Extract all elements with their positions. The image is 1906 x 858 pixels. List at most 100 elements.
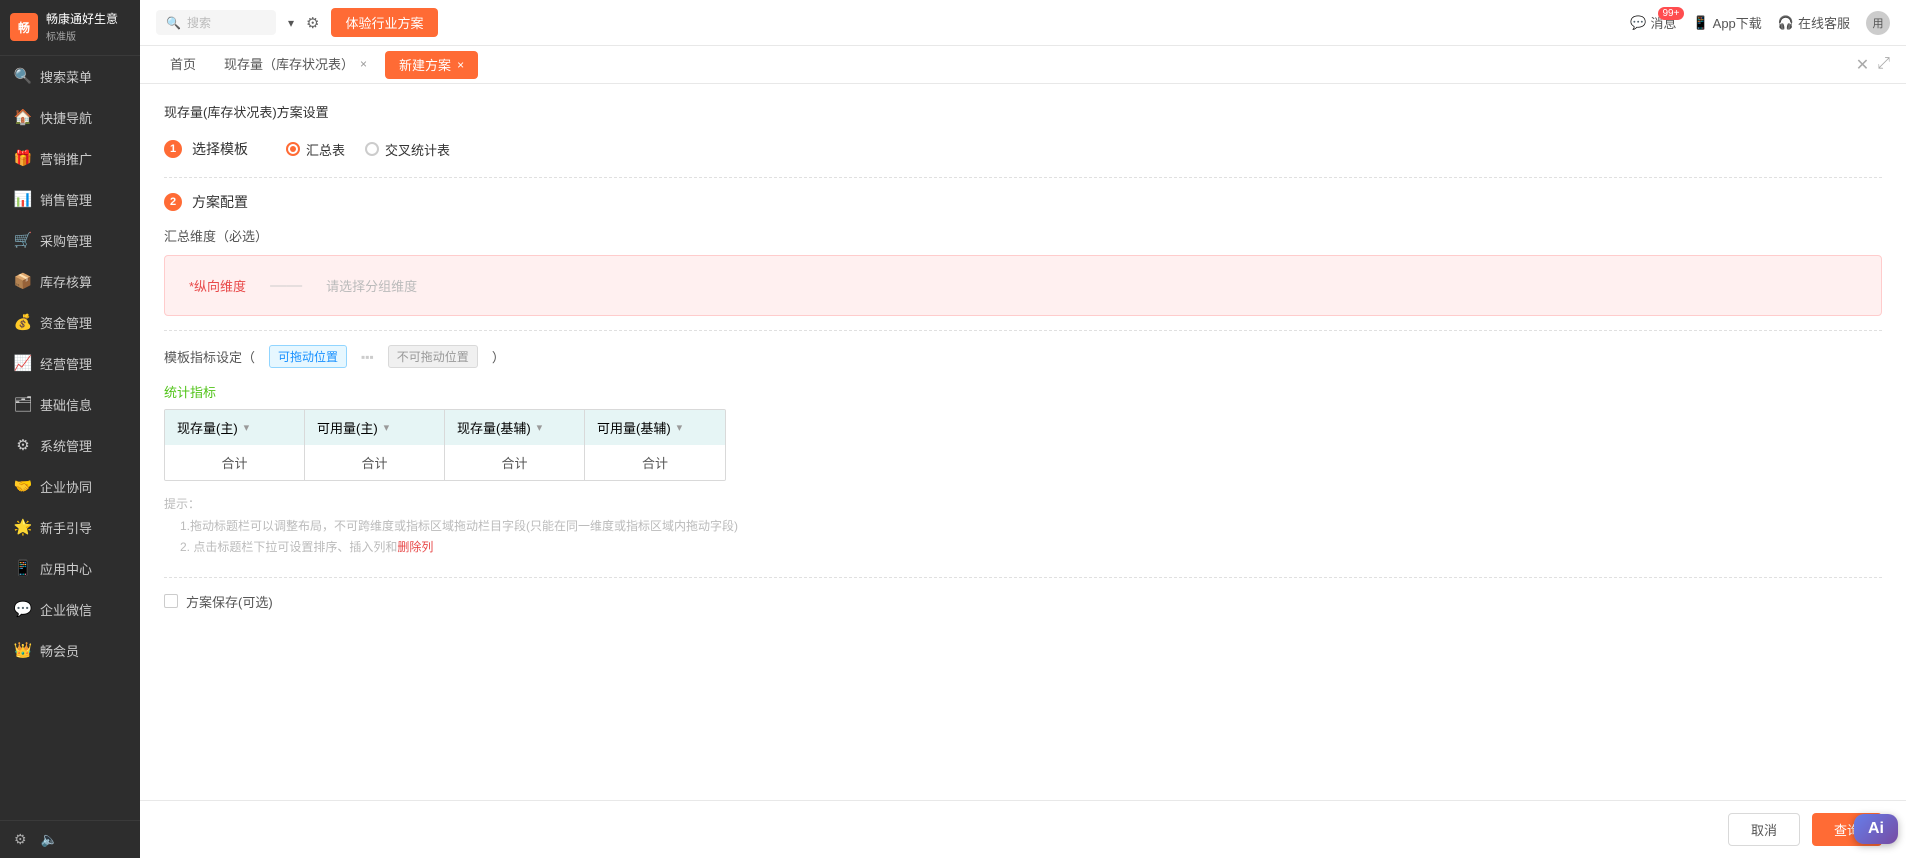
sidebar-item-member[interactable]: 👑 畅会员 (0, 630, 140, 671)
sidebar-item-app-center[interactable]: 📱 应用中心 (0, 548, 140, 589)
stats-col-header-3[interactable]: 可用量(基辅) ▾ (585, 410, 725, 445)
sidebar-item-operations[interactable]: 📈 经营管理 (0, 343, 140, 384)
sidebar-logo: 畅 畅康通好生意 标准版 (0, 0, 140, 56)
divider2 (164, 330, 1882, 331)
tab-inventory-close-icon[interactable]: × (360, 57, 367, 71)
col-dropdown-0[interactable]: ▾ (244, 421, 250, 434)
config-label: 汇总维度（必选） (164, 226, 1882, 245)
stats-title: 统计指标 (164, 382, 1882, 401)
settings-bottom-icon[interactable]: ⚙ (14, 831, 27, 848)
msg-icon: 💬 (1630, 15, 1646, 31)
sidebar-item-system[interactable]: ⚙ 系统管理 (0, 425, 140, 466)
sidebar-item-label: 销售管理 (40, 190, 92, 209)
tab-new-close-icon[interactable]: × (457, 58, 464, 72)
stats-col-header-1[interactable]: 可用量(主) ▾ (305, 410, 445, 445)
stats-col-header-0[interactable]: 现存量(主) ▾ (165, 410, 305, 445)
dimension-placeholder[interactable]: 请选择分组维度 (326, 276, 417, 295)
save-checkbox[interactable] (164, 594, 178, 608)
stats-col-body-1: 合计 (305, 445, 445, 480)
sidebar-item-label: 基础信息 (40, 395, 92, 414)
tips-section: 提示： 1.拖动标题栏可以调整布局，不可跨维度或指标区域拖动栏目字段(只能在同一… (164, 494, 1882, 559)
guide-icon: 🌟 (14, 518, 32, 536)
app-logo-icon: 畅 (10, 13, 38, 41)
sidebar-item-label: 系统管理 (40, 436, 92, 455)
stats-col-body-2: 合计 (445, 445, 585, 480)
topbar-right: 💬 消息 99+ 📱 App下载 🎧 在线客服 用 (1630, 11, 1890, 35)
dimension-label: *纵向维度 (189, 276, 246, 295)
dimension-box: *纵向维度 —— 请选择分组维度 (164, 255, 1882, 316)
ai-float-button[interactable]: Ai (1854, 814, 1898, 844)
dimension-arrow: —— (270, 277, 302, 295)
sidebar-item-quick-nav[interactable]: 🏠 快捷导航 (0, 97, 140, 138)
app-download-icon: 📱 (1692, 15, 1708, 31)
sidebar-item-basic-info[interactable]: 🗂 基础信息 (0, 384, 140, 425)
sidebar-item-marketing[interactable]: 🎁 营销推广 (0, 138, 140, 179)
sidebar-item-label: 新手引导 (40, 518, 92, 537)
marketing-icon: 🎁 (14, 149, 32, 167)
delete-col-link[interactable]: 删除列 (397, 540, 433, 554)
tab-new-plan[interactable]: 新建方案 × (385, 51, 478, 79)
save-label: 方案保存(可选) (186, 592, 273, 611)
stats-col-label-3: 可用量(基辅) (597, 418, 671, 437)
sidebar-item-sales[interactable]: 📊 销售管理 (0, 179, 140, 220)
sidebar-item-label: 经营管理 (40, 354, 92, 373)
topbar-msg[interactable]: 💬 消息 99+ (1630, 13, 1676, 32)
trial-btn[interactable]: 体验行业方案 (331, 8, 437, 37)
divider3 (164, 577, 1882, 578)
sidebar-item-finance[interactable]: 💰 资金管理 (0, 302, 140, 343)
sidebar-item-label: 库存核算 (40, 272, 92, 291)
app-edition: 标准版 (46, 28, 118, 43)
indicator-suffix: ▪▪▪ (361, 350, 374, 364)
sidebar-item-label: 搜索菜单 (40, 67, 92, 86)
config-panel: 现存量(库存状况表)方案设置 1 选择模板 汇总表 交叉统计表 (140, 84, 1906, 800)
cancel-button[interactable]: 取消 (1728, 813, 1800, 846)
tab-inventory-status[interactable]: 现存量（库存状况表） × (210, 46, 381, 84)
sidebar-item-weixin[interactable]: 💬 企业微信 (0, 589, 140, 630)
sidebar-item-purchase[interactable]: 🛒 采购管理 (0, 220, 140, 261)
main-area: 🔍 搜索 ▾ ⚙ 体验行业方案 💬 消息 99+ 📱 App下载 🎧 在线客服 … (140, 0, 1906, 858)
footer: 取消 查询 (140, 800, 1906, 858)
stats-col-body-3: 合计 (585, 445, 725, 480)
topbar-dropdown-icon[interactable]: ▾ (288, 16, 294, 30)
tip-2: 2. 点击标题栏下拉可设置排序、插入列和删除列 (180, 537, 1882, 559)
radio-crosstab-label: 交叉统计表 (385, 140, 450, 159)
sidebar-item-label: 企业协同 (40, 477, 92, 496)
topbar-app-download[interactable]: 📱 App下载 (1692, 13, 1761, 32)
tabs-right-icons: ✕ ⤢ (1856, 55, 1890, 75)
sidebar-item-label: 快捷导航 (40, 108, 92, 127)
topbar-search-box[interactable]: 🔍 搜索 (156, 10, 276, 35)
sidebar-bottom: ⚙ 🔈 (0, 820, 140, 858)
col-dropdown-1[interactable]: ▾ (384, 421, 390, 434)
divider1 (164, 177, 1882, 178)
app-name: 畅康通好生意 (46, 12, 118, 28)
section2-header: 2 方案配置 (164, 192, 1882, 212)
radio-summary[interactable]: 汇总表 (286, 140, 345, 159)
topbar-user[interactable]: 用 (1866, 11, 1890, 35)
enterprise-icon: 🤝 (14, 477, 32, 495)
sidebar-item-label: 资金管理 (40, 313, 92, 332)
tab-close-window-icon[interactable]: ✕ (1856, 55, 1869, 75)
sidebar: 畅 畅康通好生意 标准版 🔍 搜索菜单 🏠 快捷导航 🎁 营销推广 📊 销售管理… (0, 0, 140, 858)
topbar-online-service[interactable]: 🎧 在线客服 (1778, 13, 1850, 32)
sidebar-item-inventory[interactable]: 📦 库存核算 (0, 261, 140, 302)
sound-bottom-icon[interactable]: 🔈 (41, 831, 58, 848)
msg-badge: 99+ (1658, 7, 1685, 20)
tag-draggable: 可拖动位置 (269, 345, 347, 368)
topbar-gear-icon[interactable]: ⚙ (306, 14, 319, 32)
sidebar-item-search[interactable]: 🔍 搜索菜单 (0, 56, 140, 97)
stats-col-header-2[interactable]: 现存量(基辅) ▾ (445, 410, 585, 445)
purchase-icon: 🛒 (14, 231, 32, 249)
sales-icon: 📊 (14, 190, 32, 208)
tab-home[interactable]: 首页 (156, 46, 210, 84)
radio-crosstab[interactable]: 交叉统计表 (365, 140, 450, 159)
stats-section: 统计指标 现存量(主) ▾ 可用量(主) ▾ (164, 382, 1882, 484)
section2-title: 方案配置 (192, 192, 248, 212)
sidebar-item-enterprise[interactable]: 🤝 企业协同 (0, 466, 140, 507)
service-label: 在线客服 (1798, 13, 1850, 32)
section1-header: 1 选择模板 汇总表 交叉统计表 (164, 139, 1882, 159)
col-dropdown-2[interactable]: ▾ (537, 421, 543, 434)
tab-expand-icon[interactable]: ⤢ (1877, 55, 1890, 75)
col-dropdown-3[interactable]: ▾ (677, 421, 683, 434)
sidebar-item-guide[interactable]: 🌟 新手引导 (0, 507, 140, 548)
radio-summary-label: 汇总表 (306, 140, 345, 159)
